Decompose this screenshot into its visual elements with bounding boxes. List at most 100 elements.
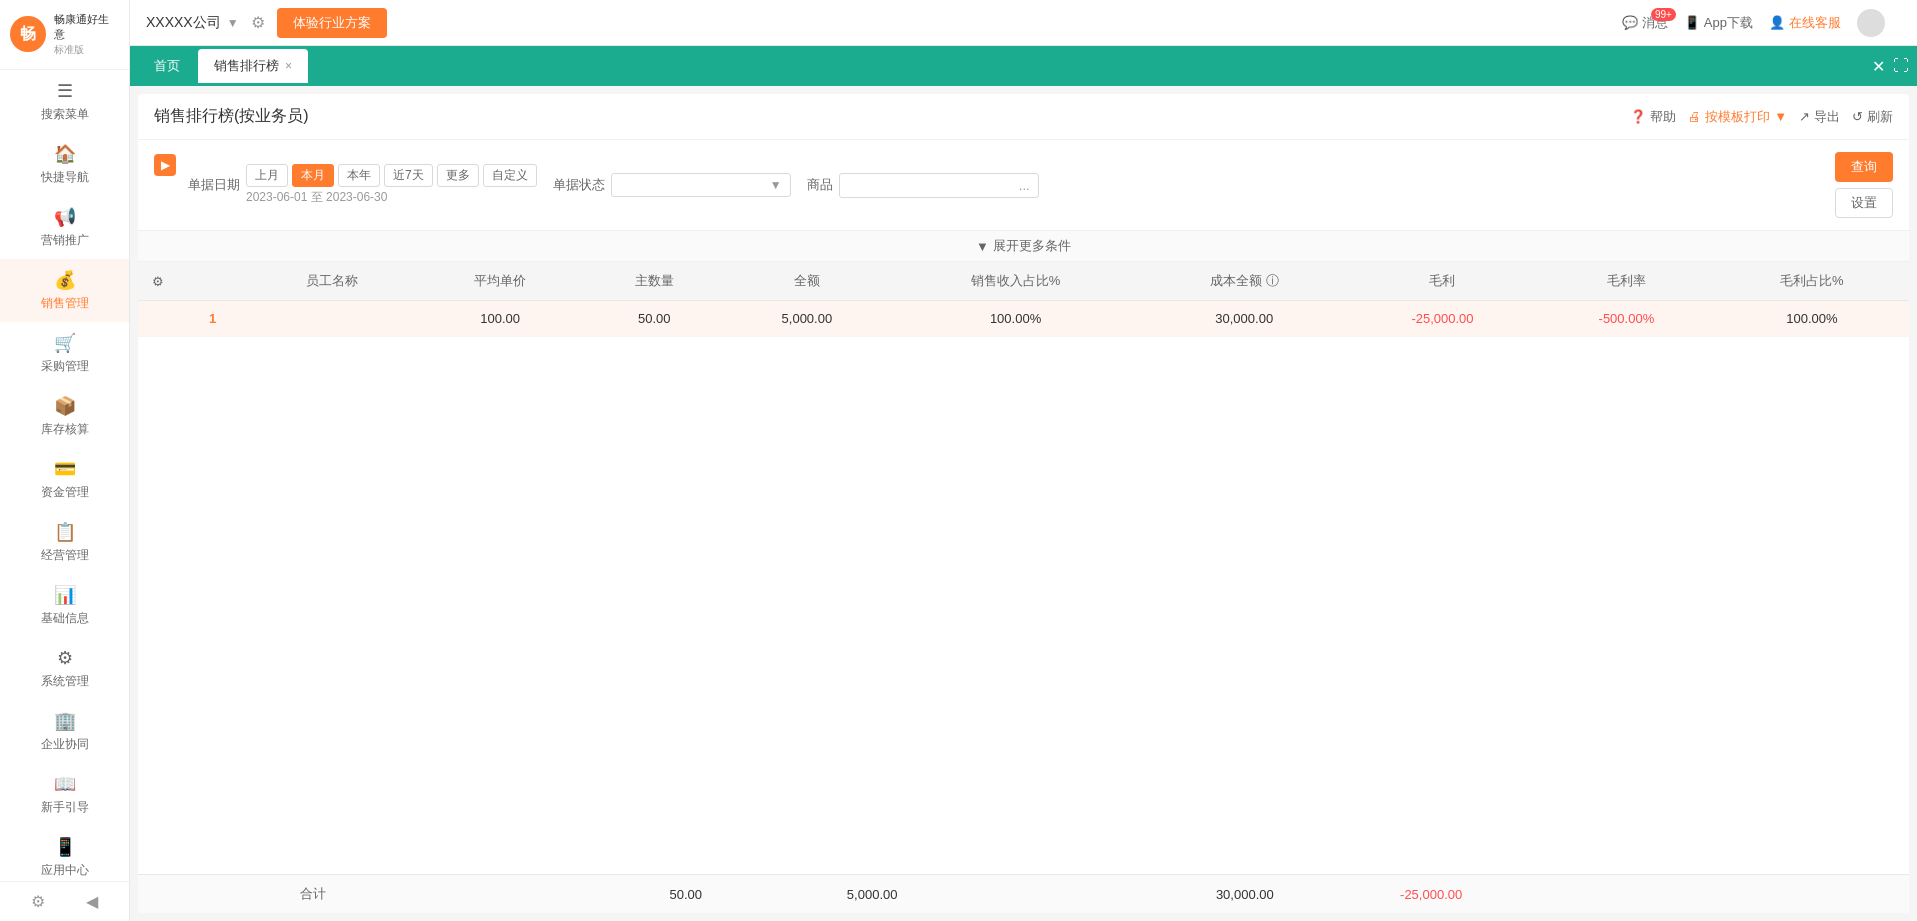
sidebar-item-enterprise[interactable]: 🏢 企业协同 [0, 700, 129, 763]
table-header-row: ⚙ 员工名称 平均单价 主数量 全额 销售收入占比% 成本全额 ⓘ 毛利 毛利率… [138, 262, 1909, 301]
print-button[interactable]: 🖨 按模板打印 ▼ [1688, 108, 1787, 126]
row-gross-pct: 100.00% [1715, 301, 1909, 337]
filter-toggle-icon[interactable]: ▶ [154, 154, 176, 176]
filter-bar: ▶ 单据日期 上月 本月 本年 近7天 [138, 140, 1909, 231]
sidebar-item-purchase[interactable]: 🛒 采购管理 [0, 322, 129, 385]
date-btn-more[interactable]: 更多 [437, 164, 479, 187]
page-title: 销售排行榜(按业务员) [154, 106, 309, 127]
row-amount: 5,000.00 [724, 301, 889, 337]
sidebar-item-search[interactable]: ☰ 搜索菜单 [0, 70, 129, 133]
data-table: ⚙ 员工名称 平均单价 主数量 全额 销售收入占比% 成本全额 ⓘ 毛利 毛利率… [138, 262, 1909, 337]
footer-gross-profit: -25,000.00 [1338, 887, 1524, 902]
tab-home[interactable]: 首页 [138, 49, 196, 83]
company-selector[interactable]: XXXXX公司 ▼ [146, 14, 239, 32]
sidebar-nav: ☰ 搜索菜单 🏠 快捷导航 📢 营销推广 💰 销售管理 🛒 采购管理 📦 库存核… [0, 70, 129, 881]
filter-collapse-btn[interactable]: ▶ [154, 152, 176, 176]
topbar-settings-icon[interactable]: ⚙ [251, 13, 265, 32]
refresh-icon: ↺ [1852, 109, 1863, 124]
tabbar: 首页 销售排行榜 × ✕ ⛶ [130, 46, 1917, 86]
help-button[interactable]: ❓ 帮助 [1630, 108, 1676, 126]
sidebar-item-system[interactable]: ⚙ 系统管理 [0, 637, 129, 700]
sidebar-item-marketing[interactable]: 📢 营销推广 [0, 196, 129, 259]
sidebar-item-app-center[interactable]: 📱 应用中心 [0, 826, 129, 881]
company-name: XXXXX公司 [146, 14, 221, 32]
restore-window-icon[interactable]: ⛶ [1893, 57, 1909, 75]
topbar: XXXXX公司 ▼ ⚙ 体验行业方案 💬 消息 99+ 📱 App下载 👤 在线… [130, 0, 1917, 46]
sidebar-item-label: 采购管理 [41, 358, 89, 375]
date-btn-this-year[interactable]: 本年 [338, 164, 380, 187]
tabbar-right: ✕ ⛶ [1872, 57, 1909, 76]
status-select[interactable]: ▼ [611, 173, 791, 197]
sidebar-item-basic-info[interactable]: 📊 基础信息 [0, 574, 129, 637]
tab-active-label: 销售排行榜 [214, 57, 279, 75]
col-settings-icon[interactable]: ⚙ [152, 274, 164, 289]
refresh-button[interactable]: ↺ 刷新 [1852, 108, 1893, 126]
sidebar-item-operations[interactable]: 📋 经营管理 [0, 511, 129, 574]
col-sales-pct: 销售收入占比% [890, 262, 1142, 301]
sidebar-logo: 畅 畅康通好生意 标准版 [0, 0, 129, 70]
col-amount: 全额 [724, 262, 889, 301]
sidebar-item-inventory[interactable]: 📦 库存核算 [0, 385, 129, 448]
sidebar-item-label: 营销推广 [41, 232, 89, 249]
help-icon: ❓ [1630, 109, 1646, 124]
finance-icon: 💳 [54, 458, 76, 480]
date-btn-last-month[interactable]: 上月 [246, 164, 288, 187]
message-icon: 💬 [1622, 15, 1638, 30]
app-download-button[interactable]: 📱 App下载 [1684, 14, 1753, 32]
col-gross-pct: 毛利占比% [1715, 262, 1909, 301]
app-icon: 📱 [1684, 15, 1700, 30]
tab-close-icon[interactable]: × [285, 59, 292, 73]
sidebar-item-finance[interactable]: 💳 资金管理 [0, 448, 129, 511]
online-service-button[interactable]: 👤 在线客服 [1769, 14, 1841, 32]
date-filter-content: 上月 本月 本年 近7天 更多 自定义 2023-06-01 至 2023-06… [246, 164, 537, 206]
goods-more-icon[interactable]: ... [1019, 178, 1030, 193]
close-all-tabs-icon[interactable]: ✕ [1872, 57, 1885, 76]
expand-label: 展开更多条件 [993, 237, 1071, 255]
footer-cost-amount: 30,000.00 [1152, 887, 1338, 902]
sidebar-item-label: 应用中心 [41, 862, 89, 879]
basic-info-icon: 📊 [54, 584, 76, 606]
date-btn-this-month[interactable]: 本月 [292, 164, 334, 187]
sidebar-item-label: 系统管理 [41, 673, 89, 690]
query-button[interactable]: 查询 [1835, 152, 1893, 182]
sidebar-item-label: 销售管理 [41, 295, 89, 312]
status-filter: 单据状态 ▼ [553, 173, 791, 197]
date-btn-custom[interactable]: 自定义 [483, 164, 537, 187]
row-gross-margin: -500.00% [1538, 301, 1715, 337]
page-header: 销售排行榜(按业务员) ❓ 帮助 🖨 按模板打印 ▼ ↗ 导出 [138, 94, 1909, 140]
print-icon: 🖨 [1688, 109, 1701, 124]
expand-icon: ▼ [976, 239, 989, 254]
footer-amount: 5,000.00 [779, 887, 965, 902]
sidebar-collapse-icon[interactable]: ◀ [86, 892, 98, 911]
row-rank: 1 [178, 301, 247, 337]
date-btn-7days[interactable]: 近7天 [384, 164, 433, 187]
sidebar-item-guide[interactable]: 📖 新手引导 [0, 763, 129, 826]
search-menu-icon: ☰ [57, 80, 73, 102]
header-actions: ❓ 帮助 🖨 按模板打印 ▼ ↗ 导出 ↺ 刷新 [1630, 108, 1893, 126]
sidebar-settings-icon[interactable]: ⚙ [31, 892, 45, 911]
service-label: 在线客服 [1789, 14, 1841, 32]
sidebar-item-quick-nav[interactable]: 🏠 快捷导航 [0, 133, 129, 196]
app-center-icon: 📱 [54, 836, 76, 858]
date-filter: 单据日期 上月 本月 本年 近7天 更多 自定义 20 [188, 164, 537, 206]
user-avatar[interactable] [1857, 9, 1885, 37]
table-container: ⚙ 员工名称 平均单价 主数量 全额 销售收入占比% 成本全额 ⓘ 毛利 毛利率… [138, 262, 1909, 874]
tab-sales-ranking[interactable]: 销售排行榜 × [198, 49, 308, 83]
footer-row: 合计 50.00 5,000.00 30,000.00 -25,000.00 [138, 885, 1909, 903]
message-button[interactable]: 💬 消息 99+ [1622, 14, 1668, 32]
sidebar-item-label: 库存核算 [41, 421, 89, 438]
settings-button[interactable]: 设置 [1835, 188, 1893, 218]
trial-button[interactable]: 体验行业方案 [277, 8, 387, 38]
sidebar-item-sales[interactable]: 💰 销售管理 [0, 259, 129, 322]
col-rank [178, 262, 247, 301]
export-button[interactable]: ↗ 导出 [1799, 108, 1840, 126]
expand-bar: ▼ 展开更多条件 [138, 231, 1909, 262]
col-settings: ⚙ [138, 262, 178, 301]
export-icon: ↗ [1799, 109, 1810, 124]
expand-conditions-button[interactable]: ▼ 展开更多条件 [976, 237, 1071, 255]
goods-input-field[interactable]: ... [839, 173, 1039, 198]
system-icon: ⚙ [57, 647, 73, 669]
sidebar: 畅 畅康通好生意 标准版 ☰ 搜索菜单 🏠 快捷导航 📢 营销推广 💰 销售管理… [0, 0, 130, 921]
inventory-icon: 📦 [54, 395, 76, 417]
logo-icon: 畅 [10, 16, 46, 52]
